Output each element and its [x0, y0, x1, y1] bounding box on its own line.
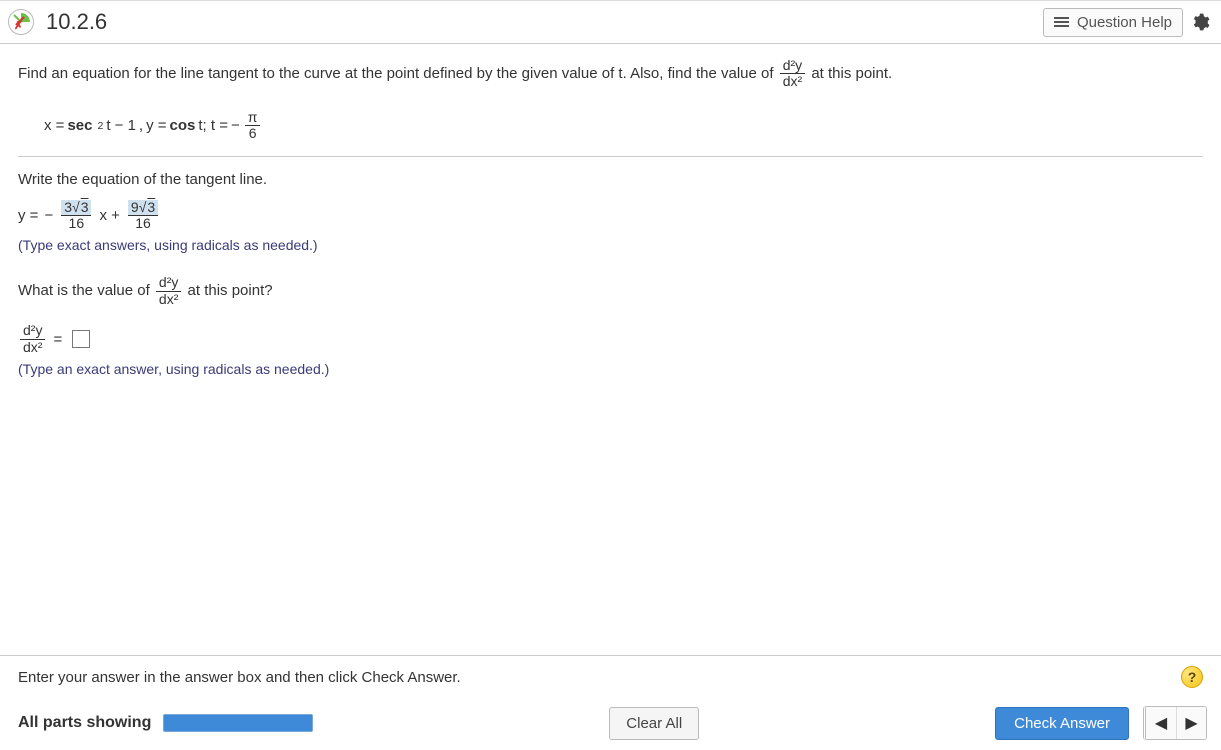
- d2y-dx2-lhs: d²y dx²: [20, 323, 45, 355]
- answer-box-second-derivative[interactable]: [72, 330, 90, 348]
- ans1-coef: 3: [64, 199, 72, 215]
- parts-showing-label: All parts showing: [18, 714, 151, 732]
- tangent-line-answer: y = − 3√3 16 x + 9√3 16: [18, 200, 1203, 232]
- settings-button[interactable]: [1189, 11, 1211, 33]
- header-left: ✗ 10.2.6: [8, 7, 113, 37]
- eq-sec-exp: 2: [97, 120, 103, 132]
- problem-text-after: at this point.: [811, 65, 892, 82]
- next-button[interactable]: ▶: [1176, 707, 1206, 739]
- problem-text-before: Find an equation for the line tangent to…: [18, 65, 778, 82]
- problem-statement: Find an equation for the line tangent to…: [18, 58, 1203, 90]
- answer-box-slope[interactable]: 3√3: [61, 200, 91, 216]
- eq-sec: sec: [67, 117, 92, 134]
- ans1-rad: 3: [80, 199, 89, 215]
- ans2-coef: 9: [131, 199, 139, 215]
- question-help-button[interactable]: Question Help: [1043, 8, 1183, 37]
- t-num: π: [245, 110, 261, 126]
- frac-num-2: d²y: [156, 275, 181, 291]
- d2y-dx2-fraction: d²y dx²: [780, 58, 805, 90]
- frac-den-2: dx²: [156, 292, 181, 307]
- help-icon-button[interactable]: ?: [1181, 666, 1203, 688]
- y-equals: y =: [18, 207, 38, 224]
- ans2-den: 16: [132, 216, 154, 231]
- eq-cos: cos: [170, 117, 196, 134]
- part2-after: at this point?: [188, 282, 273, 299]
- footer-left: All parts showing: [18, 714, 313, 732]
- progress-bar: [163, 714, 313, 732]
- footer-right: Check Answer ◀ ▶: [995, 706, 1207, 740]
- divider: [18, 156, 1203, 157]
- clear-all-button[interactable]: Clear All: [609, 707, 699, 740]
- lhs-num: d²y: [20, 323, 45, 339]
- t-den: 6: [246, 126, 260, 141]
- question-number: 10.2.6: [40, 7, 113, 37]
- svg-text:✗: ✗: [14, 20, 23, 32]
- gear-icon: [1190, 12, 1210, 32]
- footer-instruction-row: Enter your answer in the answer box and …: [0, 655, 1221, 698]
- part1-hint: (Type exact answers, using radicals as n…: [18, 237, 1203, 253]
- t-value-fraction: π 6: [245, 110, 261, 142]
- slope-fraction: 3√3 16: [61, 200, 91, 232]
- eq-x-prefix: x =: [44, 117, 64, 134]
- equals-sign: =: [53, 331, 62, 348]
- header-right: Question Help: [1043, 8, 1211, 37]
- check-answer-button[interactable]: Check Answer: [995, 707, 1129, 740]
- part2-hint: (Type an exact answer, using radicals as…: [18, 361, 1203, 377]
- prev-button[interactable]: ◀: [1146, 707, 1176, 739]
- header-bar: ✗ 10.2.6 Question Help: [0, 1, 1221, 44]
- second-derivative-answer: d²y dx² =: [18, 323, 1203, 355]
- eq-neg: −: [231, 117, 240, 134]
- part1-prompt: Write the equation of the tangent line.: [18, 171, 1203, 188]
- frac-den: dx²: [780, 74, 805, 89]
- lhs-den: dx²: [20, 340, 45, 355]
- progress-fill: [164, 715, 312, 731]
- eq-sep: ,: [139, 117, 143, 134]
- content-area: Find an equation for the line tangent to…: [0, 44, 1221, 655]
- x-plus: x +: [99, 207, 119, 224]
- eq-y-after: t; t =: [198, 117, 228, 134]
- given-equations: x = sec 2 t − 1 , y = cos t; t = − π 6: [44, 110, 1203, 142]
- footer-instruction: Enter your answer in the answer box and …: [18, 669, 461, 686]
- ans2-rad: 3: [146, 199, 155, 215]
- eq-x-after: t − 1: [106, 117, 136, 134]
- neg-sign: −: [44, 207, 53, 224]
- eq-y-prefix: y =: [146, 117, 166, 134]
- d2y-dx2-fraction-2: d²y dx²: [156, 275, 181, 307]
- status-partial-icon: ✗: [8, 9, 34, 35]
- list-icon: [1054, 15, 1069, 29]
- frac-num: d²y: [780, 58, 805, 74]
- part2-prompt: What is the value of d²y dx² at this poi…: [18, 275, 1203, 307]
- intercept-fraction: 9√3 16: [128, 200, 158, 232]
- footer-bar: All parts showing Clear All Check Answer…: [0, 698, 1221, 750]
- ans1-den: 16: [66, 216, 88, 231]
- part2-before: What is the value of: [18, 282, 154, 299]
- question-help-label: Question Help: [1077, 14, 1172, 31]
- answer-box-intercept[interactable]: 9√3: [128, 200, 158, 216]
- nav-buttons: ◀ ▶: [1143, 706, 1207, 740]
